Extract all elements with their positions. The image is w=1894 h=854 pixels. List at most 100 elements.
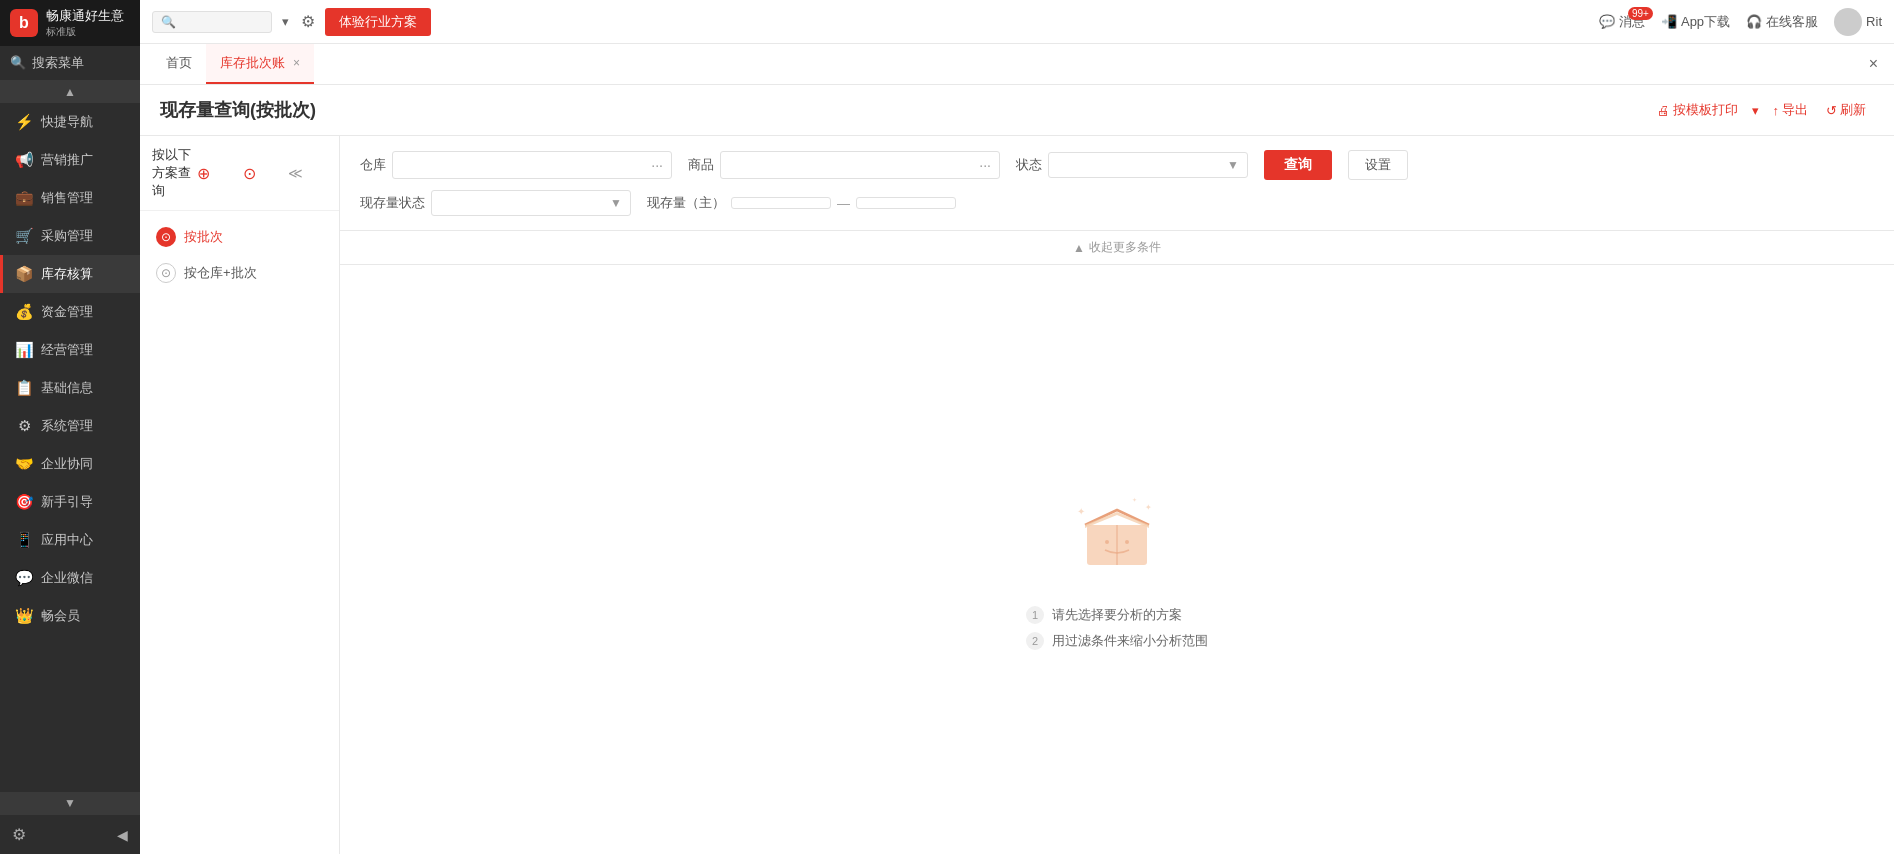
warehouse-filter-label: 仓库 — [360, 156, 386, 174]
sidebar-item-label-basic: 基础信息 — [41, 379, 93, 397]
inventory-status-dropdown-icon: ▼ — [610, 196, 622, 210]
status-filter-input[interactable]: ▼ — [1048, 152, 1248, 178]
sidebar-item-enterprise[interactable]: 🤝 企业协同 — [0, 445, 140, 483]
inventory-amount-min[interactable] — [731, 197, 831, 209]
query-area: 仓库 ··· 商品 ··· — [340, 136, 1894, 854]
purchase-icon: 🛒 — [15, 227, 33, 245]
refresh-btn[interactable]: ↺ 刷新 — [1818, 97, 1874, 123]
sidebar-item-inventory[interactable]: 📦 库存核算 — [0, 255, 140, 293]
inventory-amount-separator: — — [837, 196, 850, 211]
inventory-amount-label: 现存量（主） — [647, 194, 725, 212]
enterprise-icon: 🤝 — [15, 455, 33, 473]
scheme-collapse-btn[interactable]: ≪ — [288, 165, 327, 181]
product-filter-label: 商品 — [688, 156, 714, 174]
tab-close-icon[interactable]: × — [293, 56, 300, 70]
settings-icon[interactable]: ⚙ — [12, 825, 26, 844]
scheme-item-by-warehouse-batch[interactable]: ⊙ 按仓库+批次 — [140, 255, 339, 291]
topbar-search-box[interactable]: 🔍 — [152, 11, 272, 33]
scheme-panel-title: 按以下方案查询 — [152, 146, 191, 200]
tab-home[interactable]: 首页 — [152, 44, 206, 84]
collapse-bar[interactable]: ▲ 收起更多条件 — [340, 231, 1894, 265]
hint-number-2: 2 — [1026, 632, 1044, 650]
operation-icon: 📊 — [15, 341, 33, 359]
empty-icon-wrapper: ✦ ✦ ✦ — [1057, 470, 1177, 590]
print-dropdown-icon[interactable]: ▾ — [1748, 99, 1763, 122]
topbar-app-download[interactable]: 📲 App下载 — [1661, 13, 1730, 31]
sidebar-scroll-up[interactable]: ▲ — [0, 81, 140, 103]
empty-state: ✦ ✦ ✦ 1 请先选择要分析的方案 — [340, 265, 1894, 854]
sidebar-item-guide[interactable]: 🎯 新手引导 — [0, 483, 140, 521]
inventory-amount-max[interactable] — [856, 197, 956, 209]
print-label: 按模板打印 — [1673, 101, 1738, 119]
sidebar-item-quick-nav[interactable]: ⚡ 快捷导航 — [0, 103, 140, 141]
empty-hint-2: 2 用过滤条件来缩小分析范围 — [1026, 632, 1208, 650]
topbar-search-icon: 🔍 — [161, 15, 176, 29]
sidebar-item-label-system: 系统管理 — [41, 417, 93, 435]
topbar-online-service[interactable]: 🎧 在线客服 — [1746, 13, 1818, 31]
sidebar-item-finance[interactable]: 💰 资金管理 — [0, 293, 140, 331]
scheme-list: ⊙ 按批次 ⊙ 按仓库+批次 — [140, 211, 339, 299]
sidebar-item-wechat[interactable]: 💬 企业微信 — [0, 559, 140, 597]
filter-row-2: 现存量状态 ▼ 现存量（主） — — [360, 190, 1874, 216]
sidebar-item-purchase[interactable]: 🛒 采购管理 — [0, 217, 140, 255]
filter-item-product: 商品 ··· — [688, 151, 1000, 179]
sidebar-item-label-operation: 经营管理 — [41, 341, 93, 359]
sidebar-scroll-down[interactable]: ▼ — [0, 792, 140, 814]
sidebar-item-label-member: 畅会员 — [41, 607, 80, 625]
query-btn[interactable]: 查询 — [1264, 150, 1332, 180]
online-service-label: 在线客服 — [1766, 13, 1818, 31]
online-service-icon: 🎧 — [1746, 14, 1762, 29]
basic-icon: 📋 — [15, 379, 33, 397]
scheme-item-by-batch[interactable]: ⊙ 按批次 — [140, 219, 339, 255]
empty-hints: 1 请先选择要分析的方案 2 用过滤条件来缩小分析范围 — [1026, 606, 1208, 650]
scheme-setting-btn[interactable]: ⊙ — [243, 164, 282, 183]
sidebar-item-marketing[interactable]: 📢 营销推广 — [0, 141, 140, 179]
hint-number-1: 1 — [1026, 606, 1044, 624]
svg-text:✦: ✦ — [1132, 497, 1137, 503]
topbar-user[interactable]: Rit — [1834, 8, 1882, 36]
product-more-icon[interactable]: ··· — [979, 157, 991, 173]
tabs-right: × — [1865, 51, 1882, 77]
filter-item-warehouse: 仓库 ··· — [360, 151, 672, 179]
tabs-bar: 首页 库存批次账 × × — [140, 44, 1894, 85]
sidebar-item-label-enterprise: 企业协同 — [41, 455, 93, 473]
tab-inventory-batch[interactable]: 库存批次账 × — [206, 44, 314, 84]
sidebar-search[interactable]: 🔍 搜索菜单 — [0, 46, 140, 81]
sidebar-nav: ⚡ 快捷导航 📢 营销推广 💼 销售管理 🛒 采购管理 📦 库存核算 💰 资金管… — [0, 103, 140, 792]
topbar-message[interactable]: 💬 消息 99+ — [1599, 13, 1645, 31]
hint-text-1: 请先选择要分析的方案 — [1052, 606, 1182, 624]
print-icon: 🖨 — [1657, 103, 1670, 118]
status-dropdown-icon: ▼ — [1227, 158, 1239, 172]
user-name: Rit — [1866, 14, 1882, 29]
inventory-status-input[interactable]: ▼ — [431, 190, 631, 216]
hint-text-2: 用过滤条件来缩小分析范围 — [1052, 632, 1208, 650]
filter-item-inventory-amount: 现存量（主） — — [647, 194, 956, 212]
product-filter-input[interactable]: ··· — [720, 151, 1000, 179]
topbar-dropdown-btn[interactable]: ▾ — [280, 12, 291, 31]
collapse-sidebar-icon[interactable]: ◀ — [117, 827, 128, 843]
app-download-icon: 📲 — [1661, 14, 1677, 29]
sidebar-item-basic[interactable]: 📋 基础信息 — [0, 369, 140, 407]
sidebar-item-member[interactable]: 👑 畅会员 — [0, 597, 140, 635]
status-filter-label: 状态 — [1016, 156, 1042, 174]
sidebar-item-app-center[interactable]: 📱 应用中心 — [0, 521, 140, 559]
sidebar-item-system[interactable]: ⚙ 系统管理 — [0, 407, 140, 445]
settings-btn[interactable]: 设置 — [1348, 150, 1408, 180]
warehouse-more-icon[interactable]: ··· — [651, 157, 663, 173]
sidebar-item-label-wechat: 企业微信 — [41, 569, 93, 587]
page-header-actions: 🖨 按模板打印 ▾ ↑ 导出 ↺ 刷新 — [1649, 97, 1875, 123]
warehouse-filter-input[interactable]: ··· — [392, 151, 672, 179]
sidebar-item-operation[interactable]: 📊 经营管理 — [0, 331, 140, 369]
message-badge: 99+ — [1628, 7, 1653, 20]
export-btn[interactable]: ↑ 导出 — [1765, 97, 1817, 123]
inventory-status-label: 现存量状态 — [360, 194, 425, 212]
scheme-add-btn[interactable]: ⊕ — [197, 164, 236, 183]
topbar-gear-btn[interactable]: ⚙ — [299, 10, 317, 33]
print-btn[interactable]: 🖨 按模板打印 — [1649, 97, 1746, 123]
sidebar-footer: ⚙ ◀ — [0, 814, 140, 854]
tabs-close-all-icon[interactable]: × — [1865, 51, 1882, 77]
collapse-icon: ▲ — [1073, 241, 1085, 255]
sidebar-item-sales[interactable]: 💼 销售管理 — [0, 179, 140, 217]
sidebar: b 畅康通好生意 标准版 🔍 搜索菜单 ▲ ⚡ 快捷导航 📢 营销推广 💼 销售… — [0, 0, 140, 854]
experience-btn[interactable]: 体验行业方案 — [325, 8, 431, 36]
